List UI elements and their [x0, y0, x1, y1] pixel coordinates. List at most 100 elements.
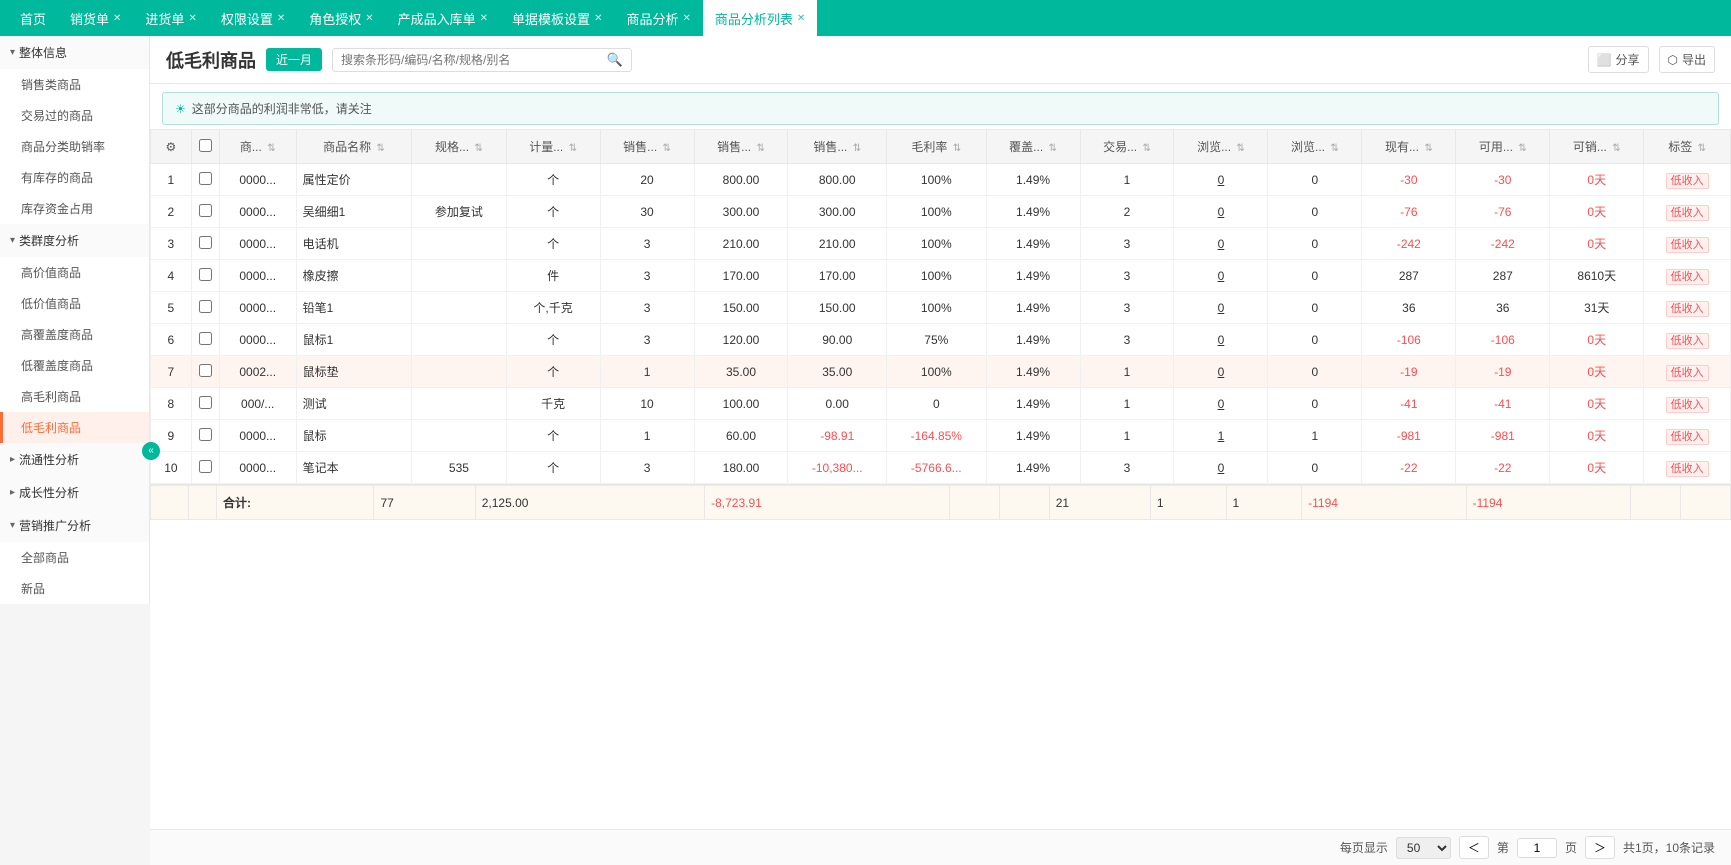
export-button[interactable]: ⬡ 导出 — [1659, 46, 1716, 73]
row-browse1[interactable]: 0 — [1174, 388, 1268, 420]
nav-item-roles[interactable]: 角色授权 ✕ — [297, 0, 385, 36]
col-available-header[interactable]: 可用... ⇅ — [1456, 130, 1550, 164]
col-browse2-header[interactable]: 浏览... ⇅ — [1268, 130, 1362, 164]
row-browse1[interactable]: 0 — [1174, 452, 1268, 484]
nav-item-sales[interactable]: 销货单 ✕ — [58, 0, 133, 36]
row-browse1[interactable]: 0 — [1174, 260, 1268, 292]
col-saleable-header[interactable]: 可销... ⇅ — [1550, 130, 1644, 164]
row-checkbox[interactable] — [199, 460, 212, 473]
sidebar-item-high-value[interactable]: 高价值商品 — [0, 257, 149, 288]
row-checkbox-cell[interactable] — [191, 228, 219, 260]
row-checkbox[interactable] — [199, 428, 212, 441]
row-browse1[interactable]: 0 — [1174, 196, 1268, 228]
nav-item-product-warehouse[interactable]: 产成品入库单 ✕ — [386, 0, 500, 36]
nav-item-product-analysis[interactable]: 商品分析 ✕ — [614, 0, 702, 36]
row-checkbox[interactable] — [199, 396, 212, 409]
col-coverage-header[interactable]: 覆盖... ⇅ — [986, 130, 1080, 164]
close-icon[interactable]: ✕ — [682, 13, 690, 24]
row-checkbox-cell[interactable] — [191, 196, 219, 228]
row-checkbox-cell[interactable] — [191, 420, 219, 452]
prev-page-button[interactable]: ＜ — [1459, 836, 1489, 859]
page-size-select[interactable]: 50 100 200 — [1396, 837, 1451, 859]
col-sales-price-header[interactable]: 销售... ⇅ — [694, 130, 788, 164]
row-checkbox-cell[interactable] — [191, 324, 219, 356]
col-current-stock-header[interactable]: 现有... ⇅ — [1362, 130, 1456, 164]
row-gross-margin: 100% — [887, 228, 987, 260]
col-tag-header[interactable]: 标签 ⇅ — [1644, 130, 1731, 164]
select-all-checkbox[interactable] — [199, 139, 212, 152]
row-browse1[interactable]: 0 — [1174, 324, 1268, 356]
row-browse1[interactable]: 0 — [1174, 228, 1268, 260]
col-settings[interactable]: ⚙ — [151, 130, 192, 164]
table-row: 9 0000... 鼠标 个 1 60.00 -98.91 -164.85% 1… — [151, 420, 1731, 452]
share-button[interactable]: ⬜ 分享 — [1588, 46, 1649, 73]
col-gross-margin-header[interactable]: 毛利率 ⇅ — [887, 130, 987, 164]
sidebar-group-overall[interactable]: ▾ 整体信息 — [0, 36, 149, 69]
row-checkbox-cell[interactable] — [191, 356, 219, 388]
row-checkbox-cell[interactable] — [191, 292, 219, 324]
col-sales-profit-header[interactable]: 销售... ⇅ — [788, 130, 887, 164]
row-checkbox[interactable] — [199, 364, 212, 377]
sidebar-group-circulation[interactable]: ▸ 流通性分析 — [0, 443, 149, 476]
nav-item-home[interactable]: 首页 — [8, 0, 58, 36]
sidebar-item-traded-products[interactable]: 交易过的商品 — [0, 100, 149, 131]
col-code-header[interactable]: 商... ⇅ — [219, 130, 296, 164]
sidebar-item-high-margin[interactable]: 高毛利商品 — [0, 381, 149, 412]
row-checkbox-cell[interactable] — [191, 164, 219, 196]
col-browse1-header[interactable]: 浏览... ⇅ — [1174, 130, 1268, 164]
row-gross-margin: 100% — [887, 292, 987, 324]
close-icon[interactable]: ✕ — [480, 13, 488, 24]
nav-item-product-analysis-list[interactable]: 商品分析列表 ✕ — [703, 0, 817, 36]
close-icon[interactable]: ✕ — [188, 13, 196, 24]
row-checkbox-cell[interactable] — [191, 260, 219, 292]
row-browse1[interactable]: 0 — [1174, 356, 1268, 388]
close-icon[interactable]: ✕ — [277, 13, 285, 24]
row-checkbox[interactable] — [199, 172, 212, 185]
settings-icon[interactable]: ⚙ — [166, 140, 177, 154]
sidebar-group-growth[interactable]: ▸ 成长性分析 — [0, 476, 149, 509]
sidebar-item-sales-products[interactable]: 销售类商品 — [0, 69, 149, 100]
sidebar-item-high-coverage[interactable]: 高覆盖度商品 — [0, 319, 149, 350]
row-checkbox[interactable] — [199, 332, 212, 345]
search-icon[interactable]: 🔍 — [607, 52, 623, 68]
sidebar-item-low-margin[interactable]: 低毛利商品 — [0, 412, 149, 443]
col-spec-header[interactable]: 规格... ⇅ — [412, 130, 506, 164]
sidebar-item-inventory-capital[interactable]: 库存资金占用 — [0, 193, 149, 224]
row-checkbox-cell[interactable] — [191, 388, 219, 420]
col-name-header[interactable]: 商品名称 ⇅ — [296, 130, 412, 164]
page-number-input[interactable] — [1517, 838, 1557, 858]
sidebar-item-stocked-products[interactable]: 有库存的商品 — [0, 162, 149, 193]
close-icon[interactable]: ✕ — [797, 13, 805, 24]
next-page-button[interactable]: ＞ — [1585, 836, 1615, 859]
sidebar-item-all-products[interactable]: 全部商品 — [0, 542, 149, 573]
row-checkbox[interactable] — [199, 236, 212, 249]
col-unit-header[interactable]: 计量... ⇅ — [506, 130, 600, 164]
sidebar-item-low-coverage[interactable]: 低覆盖度商品 — [0, 350, 149, 381]
col-checkbox[interactable] — [191, 130, 219, 164]
row-checkbox[interactable] — [199, 300, 212, 313]
col-trade-header[interactable]: 交易... ⇅ — [1080, 130, 1174, 164]
close-icon[interactable]: ✕ — [365, 13, 373, 24]
sidebar-collapse-button[interactable]: « — [142, 442, 160, 460]
table-row: 10 0000... 笔记本 535 个 3 180.00 -10,380...… — [151, 452, 1731, 484]
nav-item-permissions[interactable]: 权限设置 ✕ — [209, 0, 297, 36]
row-checkbox-cell[interactable] — [191, 452, 219, 484]
nav-item-purchase[interactable]: 进货单 ✕ — [133, 0, 208, 36]
row-browse1[interactable]: 0 — [1174, 164, 1268, 196]
sidebar-item-new-products[interactable]: 新品 — [0, 573, 149, 604]
nav-item-template[interactable]: 单据模板设置 ✕ — [500, 0, 614, 36]
close-icon[interactable]: ✕ — [594, 13, 602, 24]
row-checkbox[interactable] — [199, 204, 212, 217]
row-checkbox[interactable] — [199, 268, 212, 281]
search-input[interactable] — [341, 53, 607, 67]
close-icon[interactable]: ✕ — [113, 13, 121, 24]
sidebar-item-low-value[interactable]: 低价值商品 — [0, 288, 149, 319]
time-filter-button[interactable]: 近一月 — [266, 48, 322, 71]
row-browse1[interactable]: 0 — [1174, 292, 1268, 324]
sidebar-group-marketing[interactable]: ▾ 营销推广分析 — [0, 509, 149, 542]
sidebar-group-cluster[interactable]: ▾ 类群度分析 — [0, 224, 149, 257]
row-spec — [412, 420, 506, 452]
row-browse1[interactable]: 1 — [1174, 420, 1268, 452]
sidebar-item-category-rate[interactable]: 商品分类助销率 — [0, 131, 149, 162]
col-sales-qty-header[interactable]: 销售... ⇅ — [600, 130, 694, 164]
